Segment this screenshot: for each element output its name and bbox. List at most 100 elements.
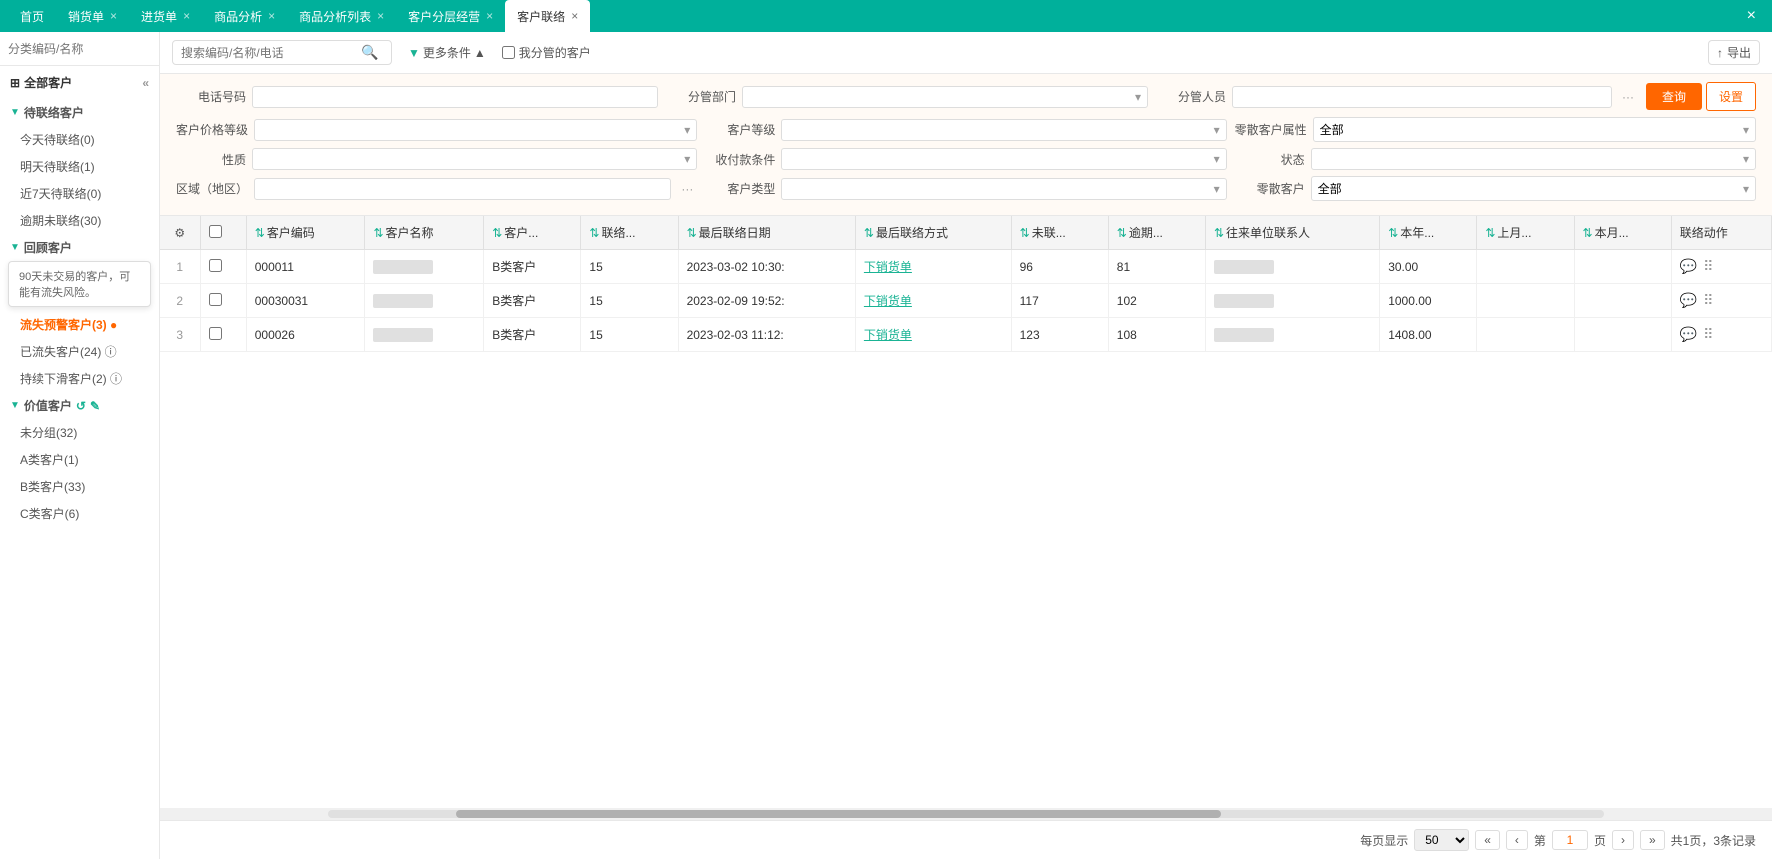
page-number-input[interactable] [1552,830,1588,850]
filter-payment-select[interactable]: ▾ [781,148,1226,170]
my-customer-checkbox-wrap[interactable]: 我分管的客户 [502,44,591,61]
close-tab-analysis-list[interactable]: × [377,9,384,23]
filter-zero-customer-select[interactable]: 全部 ▾ [1311,176,1756,201]
filter-nature-select[interactable]: ▾ [252,148,697,170]
row-checkbox[interactable] [209,327,222,340]
search-input[interactable] [181,46,361,60]
sidebar-search-wrap: 🔍 [0,32,159,66]
td-last-method-link[interactable]: 下销货单 [864,328,912,342]
th-no-contact: ⇅未联... [1011,216,1108,250]
td-overdue: 108 [1108,318,1205,352]
sidebar-item-7days[interactable]: 近7天待联络(0) [0,180,159,207]
td-name [365,284,484,318]
filter-dept-select[interactable]: ▾ [742,86,1148,108]
close-tab-customer-tier[interactable]: × [486,9,493,23]
tab-sales[interactable]: 销货单 × [56,0,129,32]
td-type: B类客户 [484,318,581,352]
prev-page-btn[interactable]: ‹ [1506,830,1528,850]
action-chat-icon[interactable]: 💬 [1680,258,1697,275]
search-submit-icon[interactable]: 🔍 [361,44,378,61]
td-actions: 💬 ⠿ [1671,284,1771,318]
action-chat-icon[interactable]: 💬 [1680,292,1697,309]
filter-customer-type-select[interactable]: ▾ [781,178,1226,200]
row-checkbox[interactable] [209,293,222,306]
sidebar-item-unclassified[interactable]: 未分组(32) [0,419,159,446]
td-last-method-link[interactable]: 下销货单 [864,294,912,308]
td-contact: 15 [581,318,678,352]
tab-analysis-list[interactable]: 商品分析列表 × [287,0,396,32]
tab-customer-contact[interactable]: 客户联络 × [505,0,590,32]
sidebar-item-today[interactable]: 今天待联络(0) [0,126,159,153]
pagination-bar: 每页显示 50 100 « ‹ 第 页 › » 共1页，3条记录 [160,820,1772,859]
more-dots-area[interactable]: ··· [677,182,697,196]
sidebar-item-class-c[interactable]: C类客户(6) [0,500,159,527]
row-checkbox[interactable] [209,259,222,272]
filter-area-input[interactable] [254,178,671,200]
sidebar-section-pending[interactable]: ▼ 待联络客户 [0,99,159,126]
sort-icon-name: ⇅ [373,226,383,240]
select-all-checkbox[interactable] [209,225,222,238]
action-menu-icon[interactable]: ⠿ [1703,326,1713,343]
next-page-btn[interactable]: › [1612,830,1634,850]
filter-nature: 性质 ▾ [176,148,697,170]
sidebar-item-churn-warning[interactable]: 流失预警客户(3) ● [0,311,159,338]
action-menu-icon[interactable]: ⠿ [1703,258,1713,275]
close-tab-sales[interactable]: × [110,9,117,23]
close-window-button[interactable]: × [1739,7,1764,25]
close-tab-customer-contact[interactable]: × [571,9,578,23]
sidebar-item-churned[interactable]: 已流失客户(24) ⓘ [0,338,159,365]
td-last-method-link[interactable]: 下销货单 [864,260,912,274]
my-customer-checkbox[interactable] [502,46,515,59]
scrollbar-track[interactable] [328,810,1604,818]
query-button[interactable]: 查询 [1646,83,1702,110]
grid-icon: ⊞ [10,76,20,90]
filter-zero-attr-select[interactable]: 全部 ▾ [1313,117,1756,142]
filter-price-level-select[interactable]: ▾ [254,119,697,141]
filter-person-input[interactable] [1232,86,1612,108]
tab-purchase[interactable]: 进货单 × [129,0,202,32]
refresh-icon-value[interactable]: ↺ [76,399,86,413]
first-page-btn[interactable]: « [1475,830,1500,850]
filter-phone-input[interactable] [252,86,658,108]
filter-panel: 电话号码 分管部门 ▾ 分管人员 ··· 查询 设置 [160,74,1772,216]
action-chat-icon[interactable]: 💬 [1680,326,1697,343]
sidebar-section-value[interactable]: ▼ 价值客户 ↺ ✎ [0,392,159,419]
filter-status-select[interactable]: ▾ [1311,148,1756,170]
gear-icon[interactable]: ⚙ [174,226,185,240]
sidebar-search-input[interactable] [8,42,160,56]
scrollbar-thumb[interactable] [456,810,1222,818]
filter-customer-level-select[interactable]: ▾ [781,119,1226,141]
last-page-btn[interactable]: » [1640,830,1665,850]
close-tab-purchase[interactable]: × [183,9,190,23]
sidebar-item-declining[interactable]: 持续下滑客户(2) ⓘ [0,365,159,392]
sidebar-item-class-a[interactable]: A类客户(1) [0,446,159,473]
sidebar-item-class-b[interactable]: B类客户(33) [0,473,159,500]
tab-customer-tier[interactable]: 客户分层经营 × [396,0,505,32]
th-gear: ⚙ [160,216,200,250]
th-this-year: ⇅本年... [1380,216,1477,250]
sort-icon-last-method: ⇅ [864,226,874,240]
tab-analysis[interactable]: 商品分析 × [202,0,287,32]
sidebar-section-review[interactable]: ▼ 回顾客户 [0,234,159,261]
more-conditions-btn[interactable]: ▼ 更多条件 ▲ [400,41,494,64]
chevron-down-icon-zero-customer: ▾ [1743,182,1749,196]
page-size-select[interactable]: 50 100 [1414,829,1469,851]
sidebar-all-customers[interactable]: ⊞ 全部客户 « [0,66,159,99]
search-input-wrap: 🔍 [172,40,392,65]
close-tab-analysis[interactable]: × [268,9,275,23]
td-index: 2 [160,284,200,318]
triangle-icon-pending: ▼ [10,107,20,118]
tab-home[interactable]: 首页 [8,0,56,32]
chevron-down-icon-status: ▾ [1743,152,1749,166]
filter-zero-attr: 零散客户属性 全部 ▾ [1235,117,1756,142]
sidebar-item-overdue[interactable]: 逾期未联络(30) [0,207,159,234]
settings-button[interactable]: 设置 [1706,82,1756,111]
search-bar: 🔍 ▼ 更多条件 ▲ 我分管的客户 ↑ 导出 [160,32,1772,74]
action-menu-icon[interactable]: ⠿ [1703,292,1713,309]
edit-icon-value[interactable]: ✎ [90,399,100,413]
table-row: 1 000011 B类客户 15 2023-03-02 10:30: 下销货单 … [160,250,1772,284]
more-dots-person[interactable]: ··· [1618,90,1638,104]
sidebar-item-tomorrow[interactable]: 明天待联络(1) [0,153,159,180]
horizontal-scrollbar[interactable] [160,808,1772,820]
export-button[interactable]: ↑ 导出 [1708,40,1760,65]
